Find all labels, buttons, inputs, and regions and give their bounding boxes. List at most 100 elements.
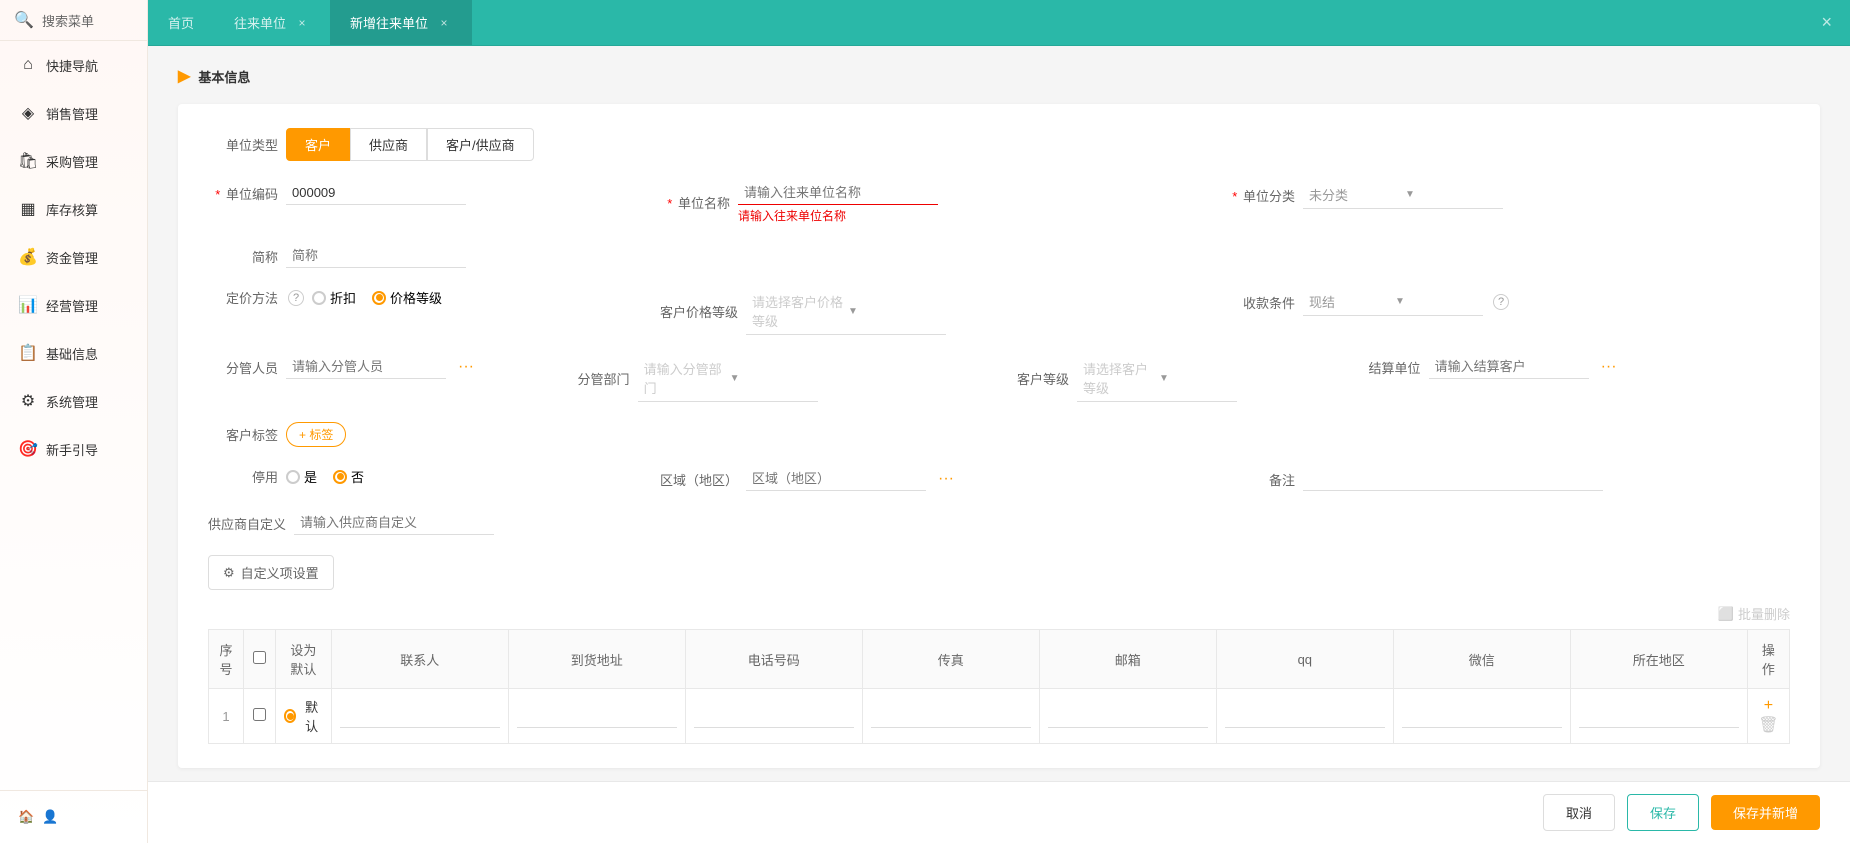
profile-icon: 👤 <box>42 809 58 825</box>
type-btn-supplier[interactable]: 供应商 <box>350 128 427 161</box>
email <box>1039 689 1216 744</box>
operations-icon: 📊 <box>18 295 38 315</box>
add-row-icon[interactable]: + <box>1764 697 1773 714</box>
delete-row-icon[interactable]: 🗑 <box>1758 717 1778 734</box>
sidebar-item-finance[interactable]: 💰 资金管理 <box>0 233 147 281</box>
select-all-checkbox[interactable] <box>253 651 266 664</box>
sidebar-bottom-left[interactable]: 🏠 👤 <box>0 799 147 835</box>
payment-terms-select[interactable]: 现结 ▼ <box>1303 288 1483 316</box>
page-content: ▶ 基本信息 单位类型 客户 供应商 客户/供应商 * <box>148 46 1850 781</box>
dept-placeholder: 请输入分管部门 <box>644 359 726 397</box>
area-more-icon[interactable]: ··· <box>934 470 958 488</box>
unit-code-field: * 单位编码 <box>208 181 660 205</box>
wechat <box>1393 689 1570 744</box>
abbr-input[interactable] <box>286 244 466 268</box>
manager-more-icon[interactable]: ··· <box>454 358 478 376</box>
manager-input[interactable] <box>286 355 446 379</box>
sidebar-item-purchase[interactable]: 🛍 采购管理 <box>0 137 147 185</box>
wechat-input[interactable] <box>1402 704 1562 728</box>
row-checkbox[interactable] <box>253 708 266 721</box>
add-tag-button[interactable]: + 标签 <box>286 422 346 447</box>
fax-input[interactable] <box>871 704 1031 728</box>
inventory-label: 库存核算 <box>46 200 98 219</box>
sidebar-item-inventory[interactable]: ▦ 库存核算 <box>0 185 147 233</box>
system-label: 系统管理 <box>46 392 98 411</box>
col-header-6: 传真 <box>862 630 1039 689</box>
code-label-text: 单位编码 <box>226 187 278 202</box>
payment-help-icon[interactable]: ? <box>1493 294 1509 310</box>
sidebar-item-operations[interactable]: 📊 经营管理 <box>0 281 147 329</box>
sidebar-item-sales[interactable]: ◈ 销售管理 <box>0 89 147 137</box>
row-default: 默认 <box>275 689 331 744</box>
abbr-field: 简称 <box>208 244 1790 268</box>
customer-price-select[interactable]: 请选择客户价格等级 ▼ <box>746 288 946 335</box>
default-radio[interactable]: 默认 <box>284 697 323 735</box>
disable-yes-label: 是 <box>304 467 317 486</box>
dept-label: 分管部门 <box>560 369 630 388</box>
close-all-button[interactable]: × <box>1803 12 1850 33</box>
customer-price-placeholder: 请选择客户价格等级 <box>752 292 844 330</box>
tab-new-contact[interactable]: 新增往来单位× <box>330 0 472 45</box>
unit-category-select[interactable]: 未分类 ▼ <box>1303 181 1503 209</box>
pricing-level-radio[interactable]: 价格等级 <box>372 288 442 307</box>
phone-input[interactable] <box>694 704 854 728</box>
tab-close-new-contact[interactable]: × <box>436 15 452 31</box>
purchase-label: 采购管理 <box>46 152 98 171</box>
inventory-icon: ▦ <box>18 199 38 219</box>
area-input[interactable] <box>746 467 926 491</box>
quick-nav-icon: ⌂ <box>18 55 38 75</box>
search-menu[interactable]: 🔍 搜索菜单 <box>0 0 147 41</box>
col-header-10: 所在地区 <box>1570 630 1747 689</box>
category-chevron-icon: ▼ <box>1405 189 1497 200</box>
sidebar-item-system[interactable]: ⚙ 系统管理 <box>0 377 147 425</box>
disable-no-radio[interactable]: 否 <box>333 467 364 486</box>
cat-required: * <box>1232 189 1237 204</box>
supplier-custom-row: 供应商自定义 <box>208 511 1790 535</box>
email-input[interactable] <box>1048 704 1208 728</box>
abbr-row: 简称 <box>208 244 1790 268</box>
sidebar-item-basic-info[interactable]: 📋 基础信息 <box>0 329 147 377</box>
region-input[interactable] <box>1579 704 1739 728</box>
unit-name-input[interactable] <box>738 181 938 205</box>
contact-person <box>331 689 508 744</box>
tab-close-contacts[interactable]: × <box>294 15 310 31</box>
qq-input[interactable] <box>1225 704 1385 728</box>
settlement-more-icon[interactable]: ··· <box>1597 358 1621 376</box>
tab-contacts[interactable]: 往来单位× <box>214 0 330 45</box>
settlement-input[interactable] <box>1429 355 1589 379</box>
supplier-custom-input[interactable] <box>294 511 494 535</box>
sidebar-item-guide[interactable]: 🎯 新手引导 <box>0 425 147 473</box>
save-button[interactable]: 保存 <box>1627 794 1699 831</box>
row-actions: + 🗑 <box>1747 689 1789 744</box>
type-btn-both[interactable]: 客户/供应商 <box>427 128 534 161</box>
contact-person-input[interactable] <box>340 704 500 728</box>
col-header-1 <box>243 630 275 689</box>
save-new-button[interactable]: 保存并新增 <box>1711 795 1820 830</box>
delivery-address-input[interactable] <box>517 704 677 728</box>
custom-settings-button[interactable]: ⚙ 自定义项设置 <box>208 555 334 590</box>
tab-home[interactable]: 首页 <box>148 0 214 45</box>
unit-type-row: 单位类型 客户 供应商 客户/供应商 <box>208 128 1790 161</box>
row-checkbox-cell <box>243 689 275 744</box>
cancel-button[interactable]: 取消 <box>1543 794 1615 831</box>
discount-radio-circle <box>312 291 326 305</box>
payment-terms-field: 收款条件 现结 ▼ ? <box>1225 288 1790 316</box>
remark-label: 备注 <box>1225 470 1295 489</box>
unit-code-input[interactable] <box>286 181 466 205</box>
basic-info-label: 基础信息 <box>46 344 98 363</box>
pricing-help-icon[interactable]: ? <box>288 290 304 306</box>
remark-input[interactable] <box>1303 467 1603 491</box>
search-menu-label: 搜索菜单 <box>42 11 94 30</box>
col-header-8: qq <box>1216 630 1393 689</box>
default-label: 默认 <box>300 697 322 735</box>
type-btn-customer[interactable]: 客户 <box>286 128 350 161</box>
disable-yes-radio[interactable]: 是 <box>286 467 317 486</box>
sidebar-item-quick-nav[interactable]: ⌂ 快捷导航 <box>0 41 147 89</box>
customer-level-placeholder: 请选择客户等级 <box>1083 359 1155 397</box>
batch-delete-button[interactable]: ⬜ 批量删除 <box>1718 604 1790 623</box>
tag-row: 客户标签 + 标签 <box>208 422 1790 447</box>
customer-level-select[interactable]: 请选择客户等级 ▼ <box>1077 355 1237 402</box>
unit-type-field: 单位类型 客户 供应商 客户/供应商 <box>208 128 1790 161</box>
dept-select[interactable]: 请输入分管部门 ▼ <box>638 355 818 402</box>
pricing-discount-radio[interactable]: 折扣 <box>312 288 356 307</box>
